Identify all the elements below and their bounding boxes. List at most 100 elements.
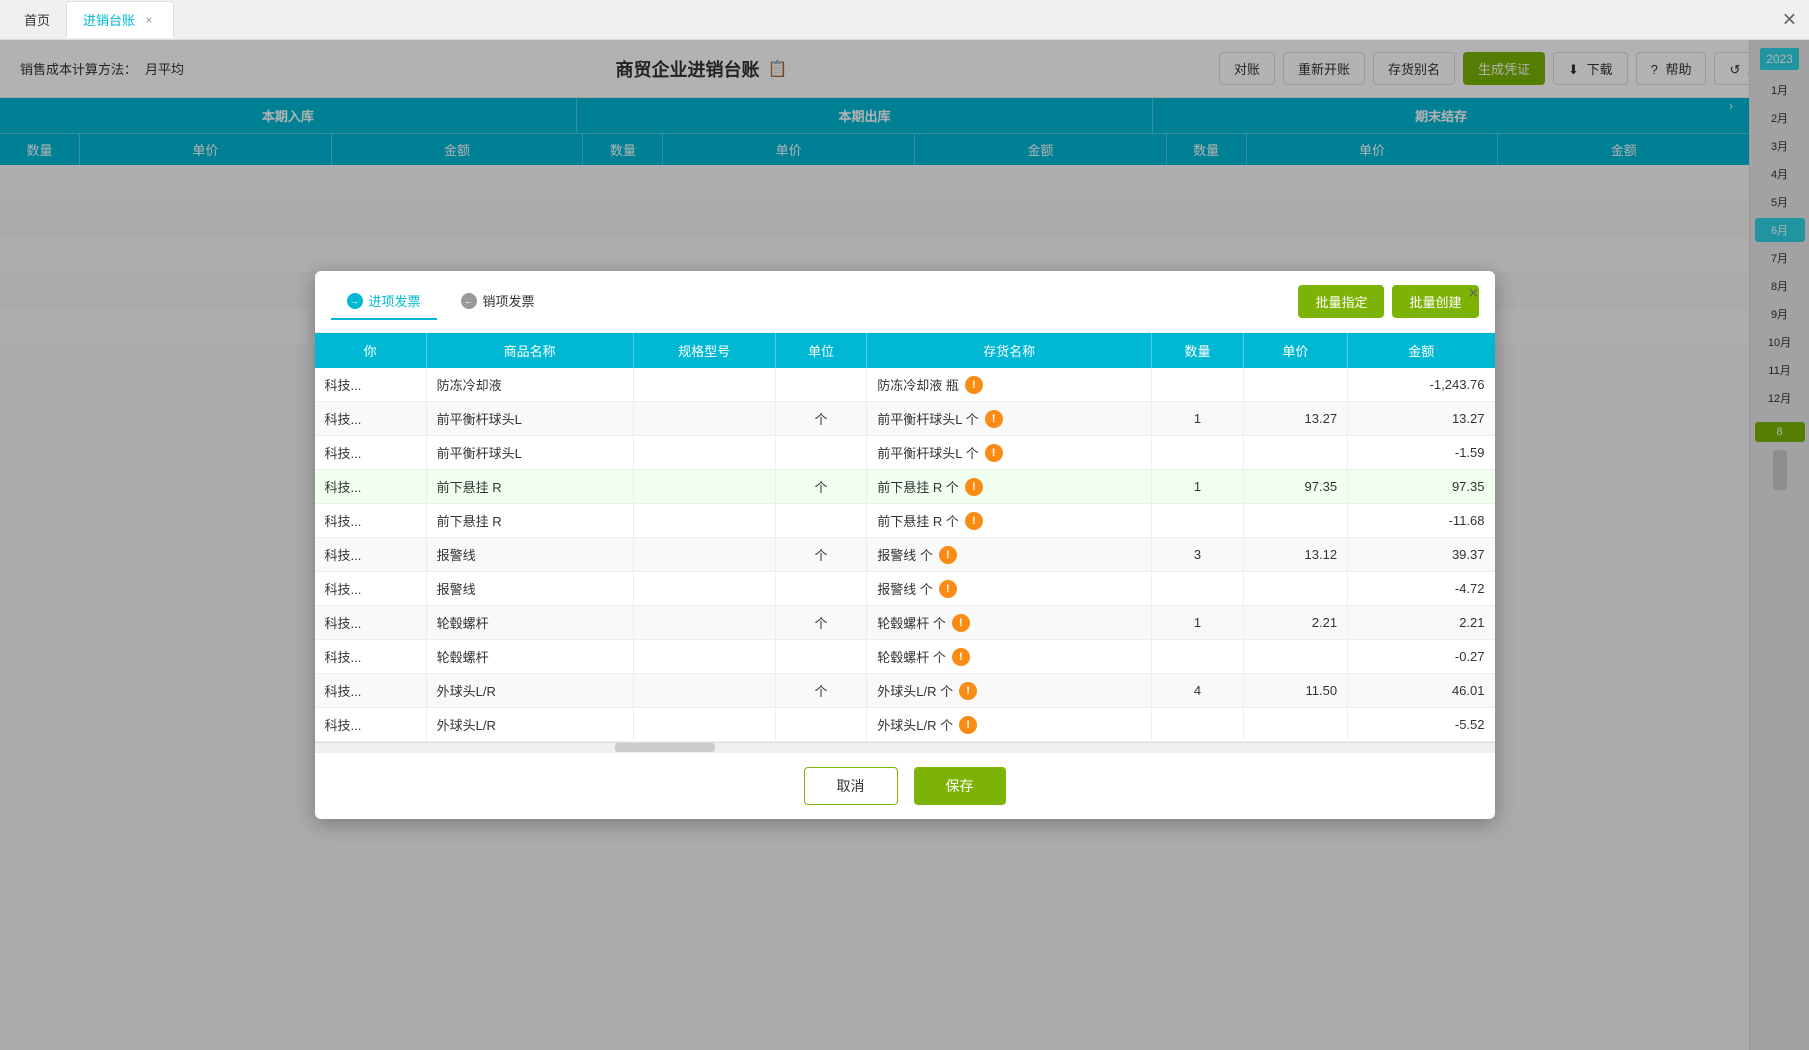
table-cell: 外球头L/R (426, 708, 633, 742)
table-cell: 2.21 (1243, 606, 1347, 640)
table-cell (1243, 708, 1347, 742)
table-cell (1243, 504, 1347, 538)
dialog-close-icon[interactable]: × (1468, 283, 1479, 304)
table-cell: 报警线 个! (867, 538, 1152, 572)
table-cell (633, 368, 775, 402)
th-unit-price: 单价 (1243, 333, 1347, 368)
table-cell: -1.59 (1348, 436, 1495, 470)
table-cell: 科技... (315, 368, 427, 402)
table-row[interactable]: 科技...轮毂螺杆个轮毂螺杆 个!12.212.21 (315, 606, 1495, 640)
table-cell: 科技... (315, 606, 427, 640)
table-row[interactable]: 科技...前平衡杆球头L前平衡杆球头L 个!-1.59 (315, 436, 1495, 470)
tab-incoming-label: 进项发票 (369, 291, 421, 310)
table-cell: 科技... (315, 402, 427, 436)
table-row[interactable]: 科技...外球头L/R个外球头L/R 个!411.5046.01 (315, 674, 1495, 708)
table-cell: 个 (775, 470, 867, 504)
table-cell: 个 (775, 402, 867, 436)
tab-close-icon[interactable]: × (141, 12, 157, 28)
tab-active-label: 进销台账 (83, 10, 135, 29)
table-row[interactable]: 科技...前下悬挂 R前下悬挂 R 个!-11.68 (315, 504, 1495, 538)
dialog: → 进项发票 ← 销项发票 批量指定 批量创建 × (315, 271, 1495, 819)
window-close-icon[interactable]: ✕ (1782, 9, 1797, 30)
cancel-button[interactable]: 取消 (804, 767, 898, 805)
table-cell (1152, 504, 1244, 538)
table-row[interactable]: 科技...轮毂螺杆轮毂螺杆 个!-0.27 (315, 640, 1495, 674)
table-cell: 前平衡杆球头L 个! (867, 436, 1152, 470)
table-cell: 科技... (315, 470, 427, 504)
table-cell: 个 (775, 674, 867, 708)
table-cell (1243, 436, 1347, 470)
table-cell (633, 606, 775, 640)
table-row[interactable]: 科技...报警线报警线 个!-4.72 (315, 572, 1495, 606)
table-cell (775, 504, 867, 538)
batch-create-button[interactable]: 批量创建 (1392, 285, 1478, 318)
th-inventory-name: 存货名称 (867, 333, 1152, 368)
table-cell: 外球头L/R 个! (867, 708, 1152, 742)
warning-icon: ! (965, 478, 983, 496)
table-cell (633, 402, 775, 436)
tab-active[interactable]: 进销台账 × (66, 1, 174, 38)
table-cell (1243, 572, 1347, 606)
dialog-header-buttons: 批量指定 批量创建 (1298, 285, 1478, 318)
table-cell: 轮毂螺杆 个! (867, 606, 1152, 640)
table-row[interactable]: 科技...报警线个报警线 个!313.1239.37 (315, 538, 1495, 572)
table-cell: 报警线 个! (867, 572, 1152, 606)
table-cell: 科技... (315, 538, 427, 572)
th-amount: 金额 (1348, 333, 1495, 368)
warning-icon: ! (952, 648, 970, 666)
table-row[interactable]: 科技...外球头L/R 外球头L/R 个! -5.52 (315, 708, 1495, 742)
table-cell (775, 436, 867, 470)
table-cell (633, 538, 775, 572)
th-spec: 规格型号 (633, 333, 775, 368)
warning-icon: ! (965, 512, 983, 530)
warning-icon: ! (959, 682, 977, 700)
save-button[interactable]: 保存 (914, 767, 1006, 805)
table-cell: -5.52 (1348, 708, 1495, 742)
warning-icon: ! (939, 546, 957, 564)
table-cell: 轮毂螺杆 (426, 640, 633, 674)
table-cell: 1 (1152, 470, 1244, 504)
table-cell: 前平衡杆球头L 个! (867, 402, 1152, 436)
dialog-table[interactable]: 你 商品名称 规格型号 单位 存货名称 数量 单价 金额 科技...防冻冷却液防… (315, 333, 1495, 742)
tab-home[interactable]: 首页 (8, 2, 66, 37)
table-cell: 11.50 (1243, 674, 1347, 708)
table-cell: 46.01 (1348, 674, 1495, 708)
warning-icon: ! (985, 444, 1003, 462)
table-cell: 科技... (315, 504, 427, 538)
table-row[interactable]: 科技...前下悬挂 R个前下悬挂 R 个!197.3597.35 (315, 470, 1495, 504)
table-cell: 4 (1152, 674, 1244, 708)
incoming-invoice-icon: → (347, 293, 363, 309)
table-cell (1152, 640, 1244, 674)
batch-assign-button[interactable]: 批量指定 (1298, 285, 1384, 318)
table-row[interactable]: 科技...防冻冷却液防冻冷却液 瓶!-1,243.76 (315, 368, 1495, 402)
table-cell (633, 504, 775, 538)
table-cell: 外球头L/R 个! (867, 674, 1152, 708)
table-cell: 科技... (315, 572, 427, 606)
table-cell: 前下悬挂 R 个! (867, 470, 1152, 504)
table-row[interactable]: 科技...前平衡杆球头L个前平衡杆球头L 个!113.2713.27 (315, 402, 1495, 436)
table-cell: -11.68 (1348, 504, 1495, 538)
table-cell: 39.37 (1348, 538, 1495, 572)
table-cell: 外球头L/R (426, 674, 633, 708)
th-product-name: 商品名称 (426, 333, 633, 368)
table-cell: 13.12 (1243, 538, 1347, 572)
table-cell (775, 708, 867, 742)
dialog-header: → 进项发票 ← 销项发票 批量指定 批量创建 × (315, 271, 1495, 333)
tab-outgoing-label: 销项发票 (483, 291, 535, 310)
tab-bar: 首页 进销台账 × ✕ (0, 0, 1809, 40)
dialog-overlay: → 进项发票 ← 销项发票 批量指定 批量创建 × (0, 40, 1809, 1050)
table-cell: -1,243.76 (1348, 368, 1495, 402)
scrollbar-thumb[interactable] (615, 743, 715, 752)
warning-icon: ! (959, 716, 977, 734)
table-cell (633, 640, 775, 674)
table-cell (1243, 368, 1347, 402)
tab-incoming-invoice[interactable]: → 进项发票 (331, 283, 437, 320)
th-unit: 单位 (775, 333, 867, 368)
horizontal-scrollbar[interactable] (315, 742, 1495, 752)
table-cell (775, 572, 867, 606)
table-cell (633, 572, 775, 606)
table-cell: 防冻冷却液 瓶! (867, 368, 1152, 402)
table-cell: 轮毂螺杆 (426, 606, 633, 640)
tab-outgoing-invoice[interactable]: ← 销项发票 (445, 283, 551, 320)
table-cell: 科技... (315, 708, 427, 742)
